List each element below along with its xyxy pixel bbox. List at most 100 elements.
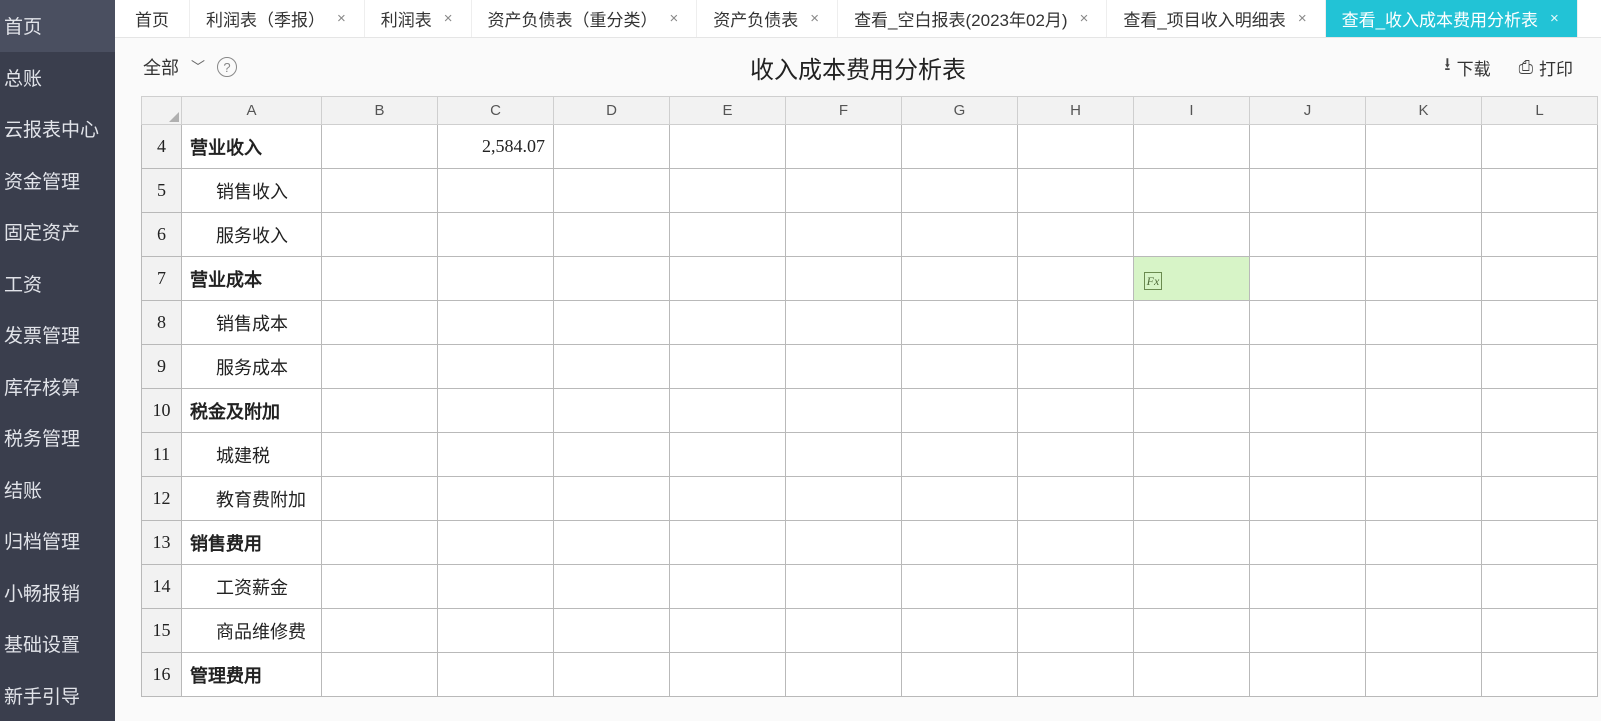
cell-C9[interactable] xyxy=(438,345,554,389)
cell-K10[interactable] xyxy=(1366,389,1482,433)
cell-F12[interactable] xyxy=(786,477,902,521)
cell-C12[interactable] xyxy=(438,477,554,521)
cell-K7[interactable] xyxy=(1366,257,1482,301)
cell-L10[interactable] xyxy=(1482,389,1598,433)
cell-G8[interactable] xyxy=(902,301,1018,345)
cell-B5[interactable] xyxy=(322,169,438,213)
spreadsheet-container[interactable]: ABCDEFGHIJKL 4营业收入2,584.075销售收入6服务收入7营业成… xyxy=(115,96,1601,721)
cell-C10[interactable] xyxy=(438,389,554,433)
sidebar-item-0[interactable]: 首页 xyxy=(0,0,115,52)
cell-E16[interactable] xyxy=(670,653,786,697)
cell-A8[interactable]: 销售成本 xyxy=(182,301,322,345)
cell-H11[interactable] xyxy=(1018,433,1134,477)
cell-L14[interactable] xyxy=(1482,565,1598,609)
row-header[interactable]: 9 xyxy=(142,345,182,389)
cell-K6[interactable] xyxy=(1366,213,1482,257)
row-header[interactable]: 4 xyxy=(142,125,182,169)
cell-K13[interactable] xyxy=(1366,521,1482,565)
row-header[interactable]: 12 xyxy=(142,477,182,521)
cell-K11[interactable] xyxy=(1366,433,1482,477)
cell-F9[interactable] xyxy=(786,345,902,389)
cell-D12[interactable] xyxy=(554,477,670,521)
row-header[interactable]: 15 xyxy=(142,609,182,653)
cell-F13[interactable] xyxy=(786,521,902,565)
cell-D5[interactable] xyxy=(554,169,670,213)
tab-6[interactable]: 查看_收入成本费用分析表× xyxy=(1326,0,1578,37)
cell-I6[interactable] xyxy=(1134,213,1250,257)
cell-G15[interactable] xyxy=(902,609,1018,653)
col-header-L[interactable]: L xyxy=(1482,97,1598,125)
cell-G13[interactable] xyxy=(902,521,1018,565)
cell-A4[interactable]: 营业收入 xyxy=(182,125,322,169)
cell-C7[interactable] xyxy=(438,257,554,301)
cell-H5[interactable] xyxy=(1018,169,1134,213)
close-icon[interactable]: × xyxy=(1296,10,1309,27)
cell-B11[interactable] xyxy=(322,433,438,477)
cell-K15[interactable] xyxy=(1366,609,1482,653)
cell-F7[interactable] xyxy=(786,257,902,301)
cell-H10[interactable] xyxy=(1018,389,1134,433)
cell-L11[interactable] xyxy=(1482,433,1598,477)
col-header-G[interactable]: G xyxy=(902,97,1018,125)
cell-D8[interactable] xyxy=(554,301,670,345)
cell-A13[interactable]: 销售费用 xyxy=(182,521,322,565)
cell-H7[interactable] xyxy=(1018,257,1134,301)
cell-E14[interactable] xyxy=(670,565,786,609)
cell-L5[interactable] xyxy=(1482,169,1598,213)
cell-E15[interactable] xyxy=(670,609,786,653)
cell-I12[interactable] xyxy=(1134,477,1250,521)
cell-F5[interactable] xyxy=(786,169,902,213)
sidebar-item-9[interactable]: 结账 xyxy=(0,464,115,516)
sidebar-item-4[interactable]: 固定资产 xyxy=(0,206,115,258)
sidebar-item-7[interactable]: 库存核算 xyxy=(0,361,115,413)
cell-B16[interactable] xyxy=(322,653,438,697)
col-header-J[interactable]: J xyxy=(1250,97,1366,125)
cell-L7[interactable] xyxy=(1482,257,1598,301)
cell-E5[interactable] xyxy=(670,169,786,213)
cell-L15[interactable] xyxy=(1482,609,1598,653)
cell-G6[interactable] xyxy=(902,213,1018,257)
cell-J8[interactable] xyxy=(1250,301,1366,345)
cell-L16[interactable] xyxy=(1482,653,1598,697)
cell-L9[interactable] xyxy=(1482,345,1598,389)
cell-I8[interactable] xyxy=(1134,301,1250,345)
tab-2[interactable]: 资产负债表（重分类）× xyxy=(472,0,698,37)
cell-C5[interactable] xyxy=(438,169,554,213)
cell-C14[interactable] xyxy=(438,565,554,609)
cell-D10[interactable] xyxy=(554,389,670,433)
cell-K5[interactable] xyxy=(1366,169,1482,213)
row-header[interactable]: 7 xyxy=(142,257,182,301)
cell-K16[interactable] xyxy=(1366,653,1482,697)
sidebar-item-13[interactable]: 新手引导 xyxy=(0,670,115,721)
cell-A11[interactable]: 城建税 xyxy=(182,433,322,477)
cell-J7[interactable] xyxy=(1250,257,1366,301)
close-icon[interactable]: × xyxy=(442,10,455,27)
cell-I16[interactable] xyxy=(1134,653,1250,697)
cell-D9[interactable] xyxy=(554,345,670,389)
cell-J4[interactable] xyxy=(1250,125,1366,169)
cell-E7[interactable] xyxy=(670,257,786,301)
cell-E11[interactable] xyxy=(670,433,786,477)
cell-C8[interactable] xyxy=(438,301,554,345)
col-header-I[interactable]: I xyxy=(1134,97,1250,125)
cell-B9[interactable] xyxy=(322,345,438,389)
cell-E4[interactable] xyxy=(670,125,786,169)
cell-J6[interactable] xyxy=(1250,213,1366,257)
cell-B7[interactable] xyxy=(322,257,438,301)
cell-I7[interactable]: Fx xyxy=(1134,257,1250,301)
cell-I13[interactable] xyxy=(1134,521,1250,565)
cell-L8[interactable] xyxy=(1482,301,1598,345)
cell-A14[interactable]: 工资薪金 xyxy=(182,565,322,609)
cell-I15[interactable] xyxy=(1134,609,1250,653)
print-button[interactable]: ⎙ 打印 xyxy=(1519,55,1573,80)
cell-B6[interactable] xyxy=(322,213,438,257)
row-header[interactable]: 8 xyxy=(142,301,182,345)
cell-D16[interactable] xyxy=(554,653,670,697)
sidebar-item-2[interactable]: 云报表中心 xyxy=(0,103,115,155)
col-header-E[interactable]: E xyxy=(670,97,786,125)
cell-L13[interactable] xyxy=(1482,521,1598,565)
download-button[interactable]: ⭳ 下载 xyxy=(1444,52,1490,82)
cell-G12[interactable] xyxy=(902,477,1018,521)
row-header[interactable]: 5 xyxy=(142,169,182,213)
cell-H16[interactable] xyxy=(1018,653,1134,697)
